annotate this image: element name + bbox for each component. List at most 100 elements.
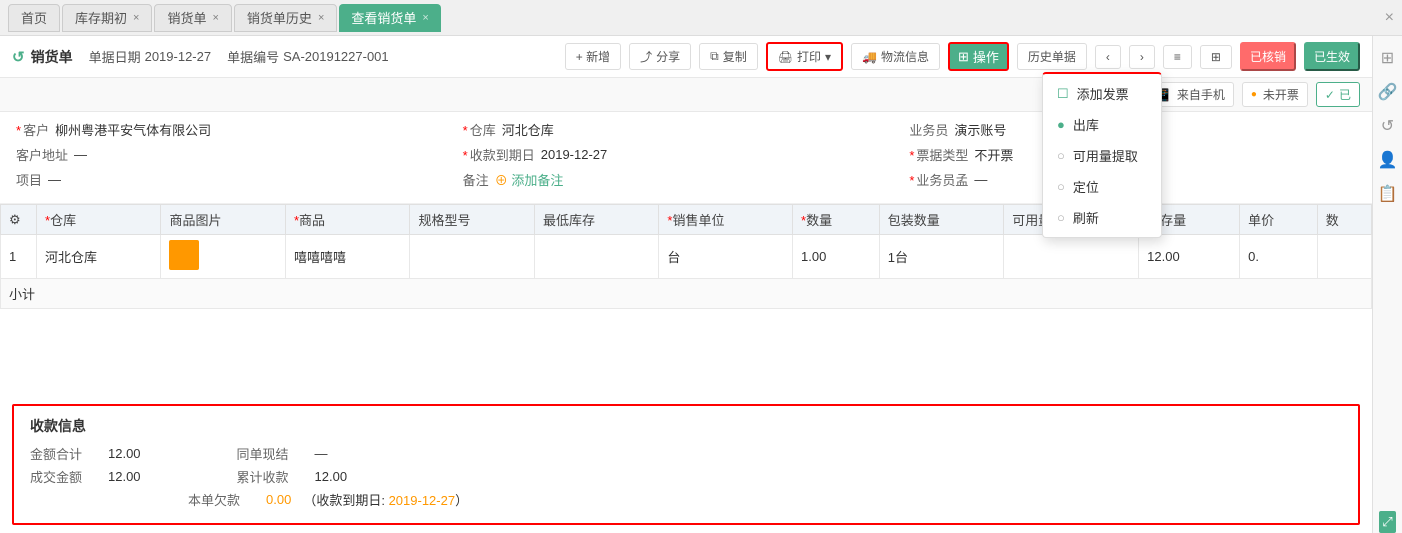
row-qty: 1.00 [793, 235, 880, 279]
product-image [169, 240, 199, 270]
col-min-stock: 最低库存 [534, 205, 658, 235]
tab-bar: 首页 库存期初 × 销货单 × 销货单历史 × 查看销货单 × × [0, 0, 1402, 36]
tab-view-sales-label: 查看销货单 [351, 8, 416, 27]
doc-type-label: 销货单 [31, 47, 73, 67]
same-order-value: — [315, 446, 328, 461]
locate-icon: ○ [1057, 179, 1065, 194]
operation-icon: ⊞ [958, 49, 969, 65]
col-required-qty: *数量 [793, 205, 880, 235]
customer-field: 客户 柳州粤港平安气体有限公司 [16, 120, 463, 139]
date-value: 2019-12-27 [145, 49, 212, 64]
col-pack-qty: 包装数量 [879, 205, 1003, 235]
project-field: 项目 — [16, 170, 463, 189]
tab-sales-history[interactable]: 销货单历史 × [234, 4, 337, 32]
customer-value: 柳州粤港平安气体有限公司 [55, 120, 211, 139]
view1-button[interactable]: ≡ [1163, 45, 1192, 69]
due-date-note: （收款到期日: 2019-12-27） [303, 490, 468, 509]
sidebar-icon-5[interactable]: 📋 [1374, 180, 1402, 208]
expand-icon[interactable]: ⤢ [1379, 511, 1395, 533]
operation-dropdown: ☐ 添加发票 ● 出库 ○ 可用量提取 ○ 定位 ○ 刷新 [1042, 72, 1162, 238]
copy-button[interactable]: ⧉ 复制 [699, 43, 758, 70]
effect-button[interactable]: 已生效 [1304, 42, 1360, 71]
project-label: 项目 [16, 170, 42, 189]
toolbar: 📱 来自手机 未开票 ✓ 已 [0, 78, 1372, 112]
tab-sales-order[interactable]: 销货单 × [154, 4, 231, 32]
confirm-button[interactable]: ✓ 已 [1316, 82, 1360, 107]
doc-actions: + 新增 ⤴ 分享 ⧉ 复制 🖨 打印 ▾ 🚚 物流信息 [565, 42, 1360, 71]
refresh-icon: ○ [1057, 210, 1065, 225]
outbound-icon: ● [1057, 117, 1065, 132]
cumulative-label: 累计收款 [237, 467, 307, 486]
locate-item[interactable]: ○ 定位 [1043, 171, 1161, 202]
row-min-stock [534, 235, 658, 279]
locate-label: 定位 [1073, 177, 1099, 196]
view2-button[interactable]: ⊞ [1200, 45, 1232, 69]
payment-info-block: 收款信息 金额合计 12.00 同单现结 — 成交金额 12.00 累计收款 1… [30, 416, 1342, 513]
tab-view-sales[interactable]: 查看销货单 × [339, 4, 440, 32]
total-amount-value: 12.00 [108, 446, 141, 461]
row-image [161, 235, 285, 279]
add-invoice-item[interactable]: ☐ 添加发票 [1043, 78, 1161, 109]
tab-inventory-init[interactable]: 库存期初 × [62, 4, 152, 32]
form-section: 客户 柳州粤港平安气体有限公司 仓库 河北仓库 业务员 演示账号 客户地址 — [0, 112, 1372, 204]
table-header-row: ⚙ *仓库 商品图片 *商品 规格型号 最低库存 *销售单位 *数量 包装数量 … [1, 205, 1372, 235]
col-required-product: *商品 [285, 205, 409, 235]
print-icon: 🖨 [778, 50, 793, 64]
new-button[interactable]: + 新增 [565, 43, 621, 70]
next-button[interactable]: › [1129, 45, 1155, 69]
project-value: — [48, 172, 61, 187]
prev-button[interactable]: ‹ [1095, 45, 1121, 69]
tab-home-label: 首页 [21, 8, 47, 27]
row-current-stock: 12.00 [1139, 235, 1240, 279]
window-close-button[interactable]: × [1385, 9, 1394, 27]
tab-home[interactable]: 首页 [8, 4, 60, 32]
ticket-value: 不开票 [974, 145, 1013, 164]
print-button[interactable]: 🖨 打印 ▾ [766, 42, 843, 71]
not-open-button[interactable]: 未开票 [1242, 82, 1308, 107]
outbound-item[interactable]: ● 出库 [1043, 109, 1161, 140]
row-available [1004, 235, 1139, 279]
sold-button[interactable]: 已核销 [1240, 42, 1296, 71]
operation-button[interactable]: ⊞ 操作 [948, 42, 1009, 71]
add-icon: ⊕ [495, 173, 508, 188]
salesperson-label: 业务员孟 [909, 170, 968, 189]
available-qty-icon: ○ [1057, 148, 1065, 163]
sidebar-icon-2[interactable]: 🔗 [1374, 78, 1402, 106]
close-icon[interactable]: × [422, 12, 428, 24]
copy-icon: ⧉ [710, 49, 719, 64]
close-icon[interactable]: × [318, 12, 324, 24]
right-sidebar: ⊞ 🔗 ↺ 👤 📋 ⤢ [1372, 36, 1402, 533]
staff-label: 业务员 [909, 120, 948, 139]
row-price: 0. [1240, 235, 1318, 279]
address-field: 客户地址 — [16, 145, 463, 164]
payment-date-label: 收款到期日 [463, 145, 535, 164]
note-field: 备注 ⊕ 添加备注 [463, 170, 910, 189]
row-unit: 台 [659, 235, 793, 279]
sidebar-icon-3[interactable]: ↺ [1377, 112, 1398, 140]
subtotal-row: 小计 [1, 279, 1372, 309]
close-icon[interactable]: × [133, 12, 139, 24]
refresh-item[interactable]: ○ 刷新 [1043, 202, 1161, 233]
tab-sales-history-label: 销货单历史 [247, 8, 312, 27]
add-note-button[interactable]: ⊕ 添加备注 [495, 170, 564, 189]
close-icon[interactable]: × [212, 12, 218, 24]
address-label: 客户地址 [16, 145, 68, 164]
address-value: — [74, 147, 87, 162]
available-qty-item[interactable]: ○ 可用量提取 [1043, 140, 1161, 171]
col-settings: ⚙ [1, 205, 37, 235]
payment-info-title: 收款信息 [30, 416, 1342, 436]
document-header: ↺ 销货单 单据日期 2019-12-27 单据编号 SA-20191227-0… [0, 36, 1372, 78]
logistics-button[interactable]: 🚚 物流信息 [851, 43, 940, 70]
date-label: 单据日期 [89, 47, 141, 66]
share-button[interactable]: ⤴ 分享 [629, 43, 691, 70]
sidebar-icon-4[interactable]: 👤 [1374, 146, 1402, 174]
col-amount: 数 [1317, 205, 1371, 235]
history-button[interactable]: 历史单据 [1017, 43, 1087, 70]
note-label: 备注 [463, 170, 489, 189]
row-spec [410, 235, 534, 279]
sidebar-icon-1[interactable]: ⊞ [1377, 44, 1398, 72]
print-dropdown-icon: ▾ [825, 50, 831, 64]
product-table: ⚙ *仓库 商品图片 *商品 规格型号 最低库存 *销售单位 *数量 包装数量 … [0, 204, 1372, 309]
row-amount [1317, 235, 1371, 279]
col-spec: 规格型号 [410, 205, 534, 235]
